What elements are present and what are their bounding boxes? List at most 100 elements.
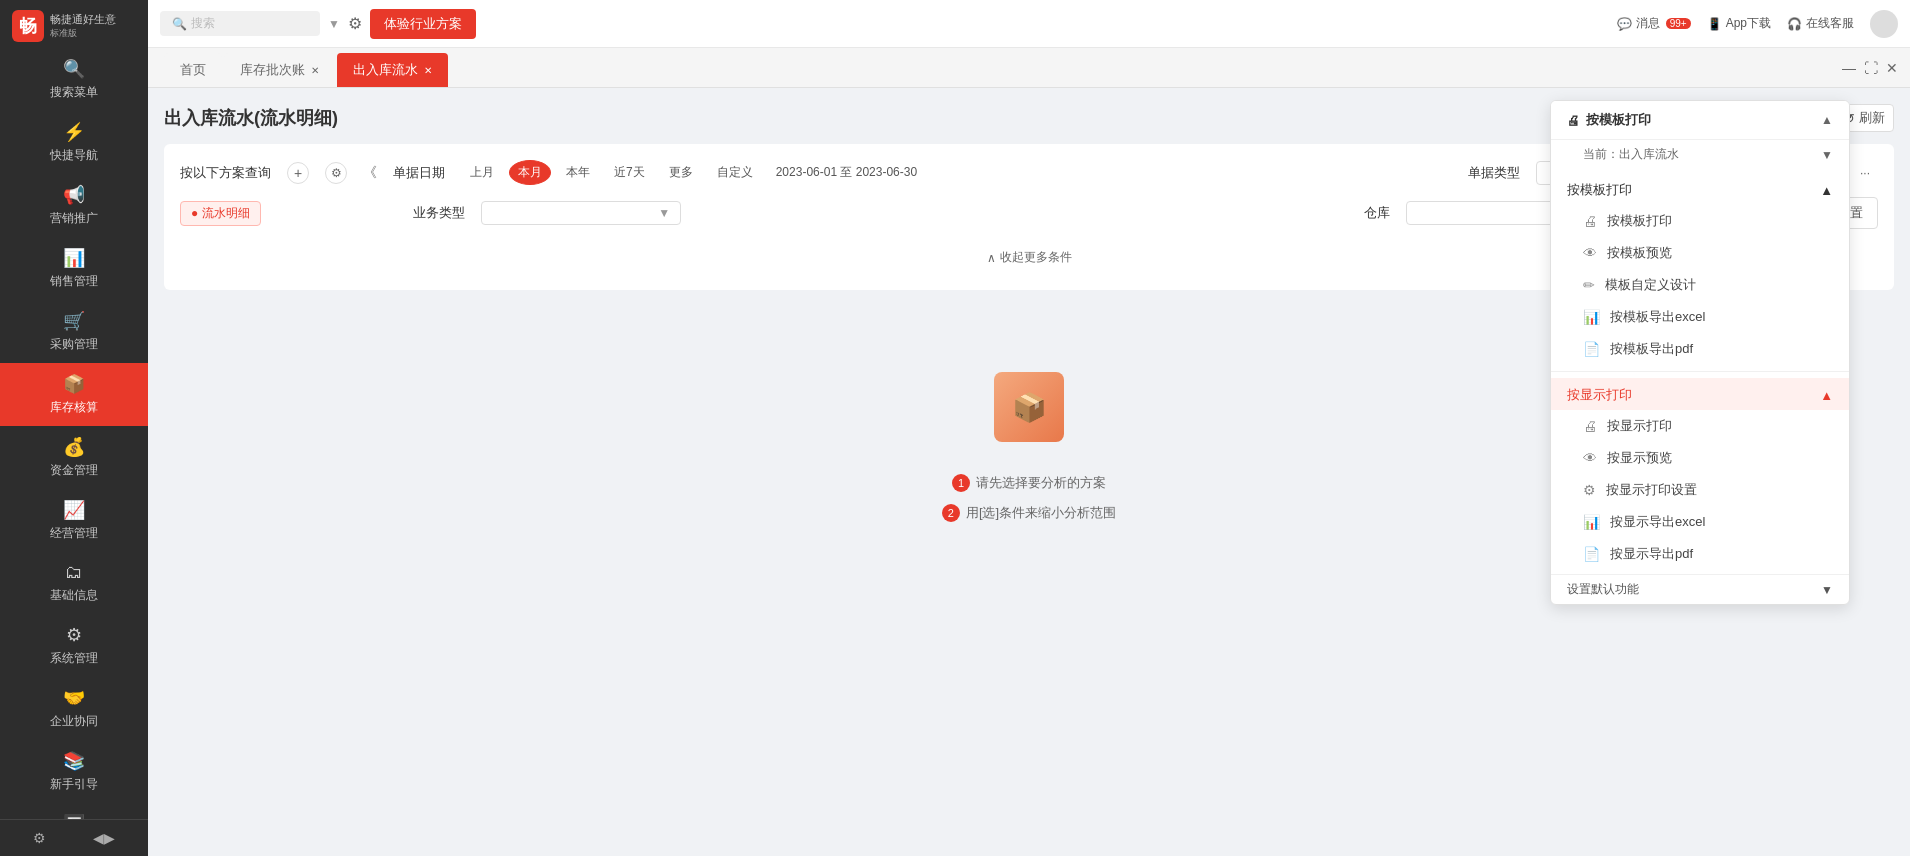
- sidebar-item-search[interactable]: 🔍 搜索菜单: [0, 48, 148, 111]
- tab-flow[interactable]: 出入库流水 ✕: [337, 53, 448, 87]
- sidebar-item-marketing[interactable]: 📢 营销推广: [0, 174, 148, 237]
- messages-button[interactable]: 💬 消息 99+: [1617, 15, 1691, 32]
- template-custom-item[interactable]: ✏ 模板自定义设计: [1551, 269, 1849, 301]
- display-section-header[interactable]: 按显示打印 ▲: [1551, 378, 1849, 410]
- dropdown-footer[interactable]: 设置默认功能 ▼: [1551, 574, 1849, 604]
- date-btn-this-month[interactable]: 本月: [509, 160, 551, 185]
- filter-add-button[interactable]: +: [287, 162, 309, 184]
- app-icon: 🔲: [63, 813, 85, 819]
- template-section-header[interactable]: 按模板打印 ▲: [1551, 173, 1849, 205]
- date-btn-more[interactable]: 更多: [660, 160, 702, 185]
- user-avatar[interactable]: [1870, 10, 1898, 38]
- sidebar-item-label: 库存核算: [50, 399, 98, 416]
- sidebar-item-sales[interactable]: 📊 销售管理: [0, 237, 148, 300]
- display-pdf-icon: 📄: [1583, 546, 1600, 562]
- sidebar-item-label: 搜索菜单: [50, 84, 98, 101]
- flow-detail-tag[interactable]: ● 流水明细: [180, 201, 261, 226]
- sidebar-nav: 🔍 搜索菜单 ⚡ 快捷导航 📢 营销推广 📊 销售管理 🛒 采购管理 📦 库存核…: [0, 48, 148, 819]
- date-btn-custom[interactable]: 自定义: [708, 160, 762, 185]
- tab-batch[interactable]: 库存批次账 ✕: [224, 53, 335, 87]
- tab-batch-close[interactable]: ✕: [311, 65, 319, 76]
- tip-text-2: 用[选]条件来缩小分析范围: [966, 504, 1116, 522]
- sidebar: 畅 畅捷通好生意 标准版 🔍 搜索菜单 ⚡ 快捷导航 📢 营销推广 📊 销售管理…: [0, 0, 148, 856]
- template-section-label: 按模板打印: [1567, 181, 1632, 199]
- date-btn-7days[interactable]: 近7天: [605, 160, 654, 185]
- tab-flow-close[interactable]: ✕: [424, 65, 432, 76]
- template-section: 按模板打印 ▲ 🖨 按模板打印 👁 按模板预览 ✏ 模板自定义设计 📊 按模板导…: [1551, 169, 1849, 369]
- pdf-icon: 📄: [1583, 341, 1600, 357]
- display-settings-icon: ⚙: [1583, 482, 1596, 498]
- sidebar-settings-button[interactable]: ⚙: [33, 830, 46, 846]
- app-download-button[interactable]: 📱 App下载: [1707, 15, 1771, 32]
- custom-icon: ✏: [1583, 277, 1595, 293]
- type-filter-label: 单据类型: [1468, 164, 1520, 182]
- tab-minimize-button[interactable]: —: [1842, 60, 1856, 76]
- template-print-item[interactable]: 🖨 按模板打印: [1551, 205, 1849, 237]
- sidebar-item-purchase[interactable]: 🛒 采购管理: [0, 300, 148, 363]
- sidebar-item-label: 系统管理: [50, 650, 98, 667]
- display-print-icon: 🖨: [1583, 418, 1597, 434]
- service-icon: 🎧: [1787, 17, 1802, 31]
- date-btn-this-year[interactable]: 本年: [557, 160, 599, 185]
- template-pdf-item[interactable]: 📄 按模板导出pdf: [1551, 333, 1849, 365]
- display-preview-icon: 👁: [1583, 450, 1597, 466]
- warehouse-label: 仓库: [1364, 204, 1390, 222]
- online-service-button[interactable]: 🎧 在线客服: [1787, 15, 1854, 32]
- empty-tip-2: 2 用[选]条件来缩小分析范围: [942, 504, 1116, 522]
- print-icon: 🖨: [1583, 213, 1597, 229]
- display-preview-item[interactable]: 👁 按显示预览: [1551, 442, 1849, 474]
- sidebar-item-label: 企业协同: [50, 713, 98, 730]
- preview-icon: 👁: [1583, 245, 1597, 261]
- empty-tip-1: 1 请先选择要分析的方案: [952, 474, 1106, 492]
- template-preview-item[interactable]: 👁 按模板预览: [1551, 237, 1849, 269]
- tab-home[interactable]: 首页: [164, 53, 222, 87]
- sidebar-item-collab[interactable]: 🤝 企业协同: [0, 677, 148, 740]
- dropdown-collapse-button[interactable]: ▲: [1821, 113, 1833, 127]
- sidebar-item-shortcut[interactable]: ⚡ 快捷导航: [0, 111, 148, 174]
- date-range-value: 2023-06-01 至 2023-06-30: [776, 164, 917, 181]
- refresh-label: 刷新: [1859, 109, 1885, 127]
- topbar-gear-icon[interactable]: ⚙: [348, 14, 362, 33]
- topbar-dropdown-arrow[interactable]: ▼: [328, 17, 340, 31]
- type-more-button[interactable]: ···: [1852, 162, 1878, 184]
- display-section-label: 按显示打印: [1567, 386, 1632, 404]
- sidebar-item-finance[interactable]: 💰 资金管理: [0, 426, 148, 489]
- filter-set-button[interactable]: ⚙: [325, 162, 347, 184]
- empty-illustration: [979, 362, 1079, 462]
- display-print-item[interactable]: 🖨 按显示打印: [1551, 410, 1849, 442]
- tip-number-2: 2: [942, 504, 960, 522]
- trial-button[interactable]: 体验行业方案: [370, 9, 476, 39]
- app-tag: 标准版: [50, 27, 116, 40]
- operation-icon: 📈: [63, 499, 85, 521]
- display-excel-item[interactable]: 📊 按显示导出excel: [1551, 506, 1849, 538]
- template-excel-item[interactable]: 📊 按模板导出excel: [1551, 301, 1849, 333]
- display-pdf-item[interactable]: 📄 按显示导出pdf: [1551, 538, 1849, 570]
- sidebar-item-guide[interactable]: 📚 新手引导: [0, 740, 148, 803]
- sidebar-item-label: 经营管理: [50, 525, 98, 542]
- guide-icon: 📚: [63, 750, 85, 772]
- collapse-label: 收起更多条件: [1000, 249, 1072, 266]
- tab-maximize-button[interactable]: ⛶: [1864, 60, 1878, 76]
- filter-collapse-button[interactable]: 《: [363, 164, 377, 182]
- display-preview-item-label: 按显示预览: [1607, 449, 1672, 467]
- sidebar-toggle-button[interactable]: ◀▶: [93, 830, 115, 846]
- biz-type-select[interactable]: ▼: [481, 201, 681, 225]
- topbar-search[interactable]: 🔍 搜索: [160, 11, 320, 36]
- dropdown-title: 🖨 按模板打印: [1567, 111, 1651, 129]
- tab-batch-label: 库存批次账: [240, 61, 305, 79]
- sidebar-item-label: 新手引导: [50, 776, 98, 793]
- display-print-item-label: 按显示打印: [1607, 417, 1672, 435]
- sidebar-item-inventory[interactable]: 📦 库存核算: [0, 363, 148, 426]
- sidebar-item-basic[interactable]: 🗂 基础信息: [0, 552, 148, 614]
- date-btn-last-month[interactable]: 上月: [461, 160, 503, 185]
- biz-type-arrow: ▼: [658, 206, 670, 220]
- display-settings-item[interactable]: ⚙ 按显示打印设置: [1551, 474, 1849, 506]
- current-arrow: ▼: [1821, 148, 1833, 162]
- download-icon: 📱: [1707, 17, 1722, 31]
- tab-flow-label: 出入库流水: [353, 61, 418, 79]
- sidebar-item-system[interactable]: ⚙ 系统管理: [0, 614, 148, 677]
- basic-icon: 🗂: [65, 562, 83, 583]
- sidebar-item-operation[interactable]: 📈 经营管理: [0, 489, 148, 552]
- sidebar-item-app[interactable]: 🔲 应用中心: [0, 803, 148, 819]
- tab-close-all-button[interactable]: ✕: [1886, 60, 1898, 76]
